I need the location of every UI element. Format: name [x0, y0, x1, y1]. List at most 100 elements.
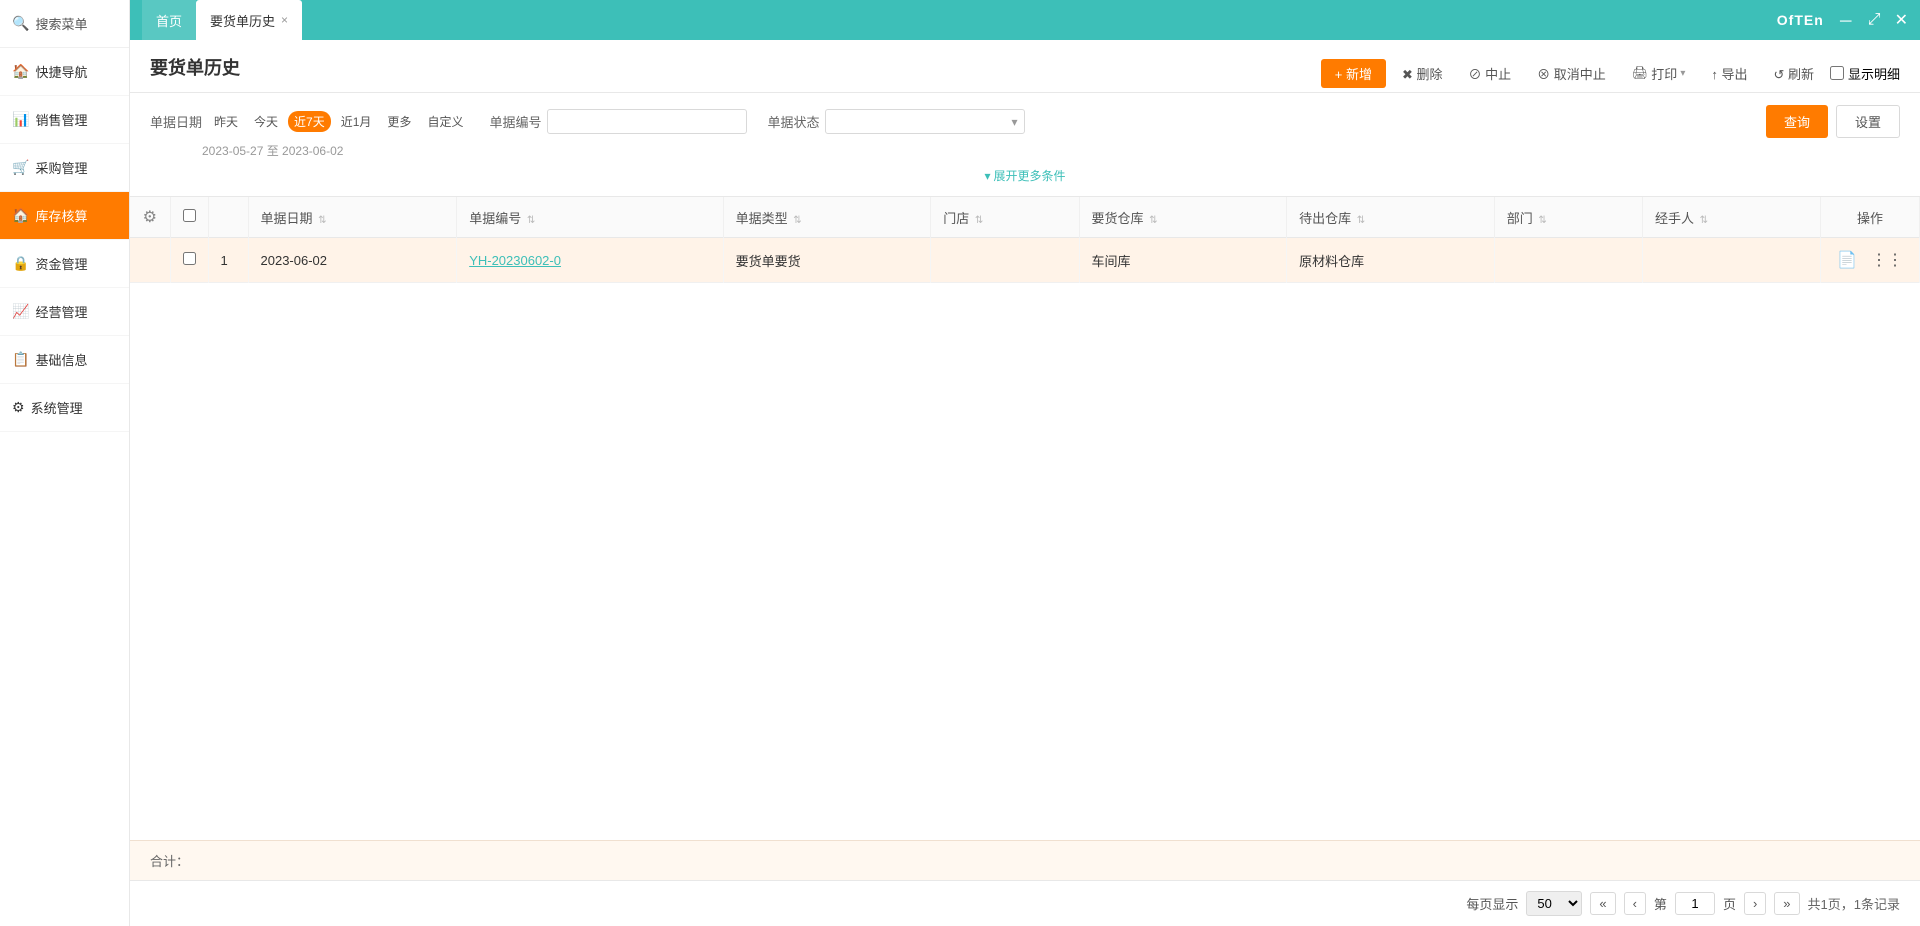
sidebar-item-quick-nav[interactable]: 🏠 快捷导航 — [0, 48, 129, 96]
expand-icon[interactable]: ⤢ — [1868, 11, 1881, 29]
tab-home-label: 首页 — [156, 11, 182, 30]
page-size-label: 每页显示 — [1466, 894, 1518, 913]
sort-icon-store[interactable]: ⇅ — [975, 215, 983, 226]
filter-area: 单据日期 昨天 今天 近7天 近1月 更多 自定义 单据编号 — [130, 93, 1920, 197]
page-number-input[interactable] — [1675, 892, 1715, 915]
row-edit-icon[interactable]: 📄 — [1833, 248, 1861, 272]
row-more-icon[interactable]: ⋮⋮ — [1867, 248, 1907, 272]
sidebar: 🔍 搜索菜单 🏠 快捷导航 📊 销售管理 🛒 采购管理 🏠 库存核算 🔒 资金管… — [0, 0, 130, 926]
prev-page-button[interactable]: ‹ — [1624, 892, 1646, 915]
next-page-button[interactable]: › — [1744, 892, 1766, 915]
status-select-wrap — [825, 109, 1025, 134]
print-dropdown-icon: ▾ — [1680, 68, 1685, 79]
sidebar-item-inventory[interactable]: 🏠 库存核算 — [0, 192, 129, 240]
page-content: 要货单历史 + 新增 ✖ 删除 ⊘ 中止 ⊗ 取消中止 🖨 🖨 打印 打印 ▾ … — [130, 40, 1920, 926]
last-page-button[interactable]: » — [1774, 892, 1799, 915]
refresh-button[interactable]: ↺ 刷新 — [1763, 59, 1824, 88]
expand-more-label: 展开更多条件 — [994, 167, 1066, 184]
th-doc-num: 单据编号 ⇅ — [457, 197, 723, 238]
chart-icon: 📊 — [12, 111, 29, 128]
sidebar-item-label: 采购管理 — [35, 158, 87, 177]
tab-requisition-label: 要货单历史 — [210, 11, 275, 30]
sidebar-search[interactable]: 🔍 搜索菜单 — [0, 0, 129, 48]
cancel-stop-button[interactable]: ⊗ 取消中止 — [1527, 59, 1616, 88]
sort-icon-handler[interactable]: ⇅ — [1700, 215, 1708, 226]
table-row: 1 2023-06-02 YH-20230602-0 要货单要货 — [130, 238, 1920, 283]
th-doc-date: 单据日期 ⇅ — [248, 197, 457, 238]
th-doc-type: 单据类型 ⇅ — [723, 197, 931, 238]
th-handler: 经手人 ⇅ — [1643, 197, 1821, 238]
inventory-icon: 🏠 — [12, 207, 29, 224]
status-select[interactable] — [825, 109, 1025, 134]
sidebar-item-label: 系统管理 — [31, 398, 83, 417]
date-range-display: 2023-05-27 至 2023-06-02 — [202, 142, 1900, 159]
delete-button[interactable]: ✖ 删除 — [1392, 59, 1453, 88]
shortcut-7days[interactable]: 近7天 — [288, 111, 331, 132]
sidebar-item-basic-info[interactable]: 📋 基础信息 — [0, 336, 129, 384]
stop-button[interactable]: ⊘ 中止 — [1459, 59, 1522, 88]
data-table: ⚙ 单据日期 ⇅ 单据编号 ⇅ — [130, 197, 1920, 283]
tab-requisition-history[interactable]: 要货单历史 × — [196, 0, 302, 40]
sidebar-item-label: 销售管理 — [35, 110, 87, 129]
print-button[interactable]: 🖨 🖨 打印 打印 ▾ — [1622, 59, 1696, 88]
th-store: 门店 ⇅ — [931, 197, 1079, 238]
sort-icon-pending-warehouse[interactable]: ⇅ — [1357, 215, 1365, 226]
main-content: 首页 要货单历史 × OfTEn － ⤢ ✕ 要货单历史 + 新增 ✖ 删除 ⊘… — [130, 0, 1920, 926]
tab-home[interactable]: 首页 — [142, 0, 196, 40]
sidebar-item-finance[interactable]: 🔒 资金管理 — [0, 240, 129, 288]
sidebar-search-label: 搜索菜单 — [35, 14, 87, 33]
filter-row: 单据日期 昨天 今天 近7天 近1月 更多 自定义 单据编号 — [150, 105, 1900, 138]
table-head: ⚙ 单据日期 ⇅ 单据编号 ⇅ — [130, 197, 1920, 238]
td-doc-num[interactable]: YH-20230602-0 — [457, 238, 723, 283]
footer-sum-label: 合计： — [150, 851, 189, 870]
minus-icon[interactable]: － — [1838, 8, 1854, 32]
current-page-prefix: 第 — [1654, 894, 1667, 913]
first-page-button[interactable]: « — [1590, 892, 1615, 915]
new-button[interactable]: + 新增 — [1321, 59, 1386, 88]
select-all-checkbox[interactable] — [183, 209, 196, 222]
query-button[interactable]: 查询 — [1766, 105, 1828, 138]
sidebar-item-operations[interactable]: 📈 经营管理 — [0, 288, 129, 336]
sidebar-item-sales[interactable]: 📊 销售管理 — [0, 96, 129, 144]
sort-icon-req-warehouse[interactable]: ⇅ — [1149, 215, 1157, 226]
sidebar-item-label: 经营管理 — [35, 302, 87, 321]
page-size-select[interactable]: 10 20 50 100 — [1526, 891, 1582, 916]
shortcut-yesterday[interactable]: 昨天 — [208, 111, 244, 132]
footer-bar: 合计： — [130, 840, 1920, 880]
show-detail-toggle[interactable]: 显示明细 — [1830, 64, 1900, 83]
sidebar-item-label: 基础信息 — [35, 350, 87, 369]
td-req-warehouse: 车间库 — [1079, 238, 1287, 283]
export-button[interactable]: ↑ 导出 — [1701, 59, 1757, 88]
set-button[interactable]: 设置 — [1836, 105, 1900, 138]
doc-num-filter-group: 单据编号 — [489, 109, 747, 134]
expand-more-btn[interactable]: ▾ 展开更多条件 — [150, 167, 1900, 184]
sort-icon-doc-num[interactable]: ⇅ — [527, 215, 535, 226]
show-detail-checkbox[interactable] — [1830, 66, 1844, 80]
sort-icon-doc-date[interactable]: ⇅ — [318, 215, 326, 226]
home-icon: 🏠 — [12, 63, 29, 80]
topbar-right: OfTEn － ⤢ ✕ — [1777, 8, 1908, 32]
shortcut-custom[interactable]: 自定义 — [421, 111, 469, 132]
sidebar-item-system[interactable]: ⚙ 系统管理 — [0, 384, 129, 432]
status-filter-group: 单据状态 — [767, 109, 1031, 134]
th-checkbox[interactable] — [170, 197, 208, 238]
operations-icon: 📈 — [12, 303, 29, 320]
tab-close-icon[interactable]: × — [281, 13, 288, 27]
close-window-icon[interactable]: ✕ — [1895, 10, 1908, 30]
row-checkbox[interactable] — [183, 252, 196, 265]
shortcut-1month[interactable]: 近1月 — [335, 111, 378, 132]
td-pending-warehouse: 原材料仓库 — [1287, 238, 1495, 283]
sort-icon-department[interactable]: ⇅ — [1538, 215, 1546, 226]
doc-icon: 📋 — [12, 351, 29, 368]
lock-icon: 🔒 — [12, 255, 29, 272]
print-icon: 🖨 — [1632, 65, 1649, 81]
td-checkbox[interactable] — [170, 238, 208, 283]
cart-icon: 🛒 — [12, 159, 29, 176]
sort-icon-doc-type[interactable]: ⇅ — [793, 215, 801, 226]
shortcut-today[interactable]: 今天 — [248, 111, 284, 132]
th-settings[interactable]: ⚙ — [130, 197, 170, 238]
page-title: 要货单历史 — [150, 54, 240, 80]
sidebar-item-purchase[interactable]: 🛒 采购管理 — [0, 144, 129, 192]
doc-num-input[interactable] — [547, 109, 747, 134]
shortcut-more[interactable]: 更多 — [381, 111, 417, 132]
